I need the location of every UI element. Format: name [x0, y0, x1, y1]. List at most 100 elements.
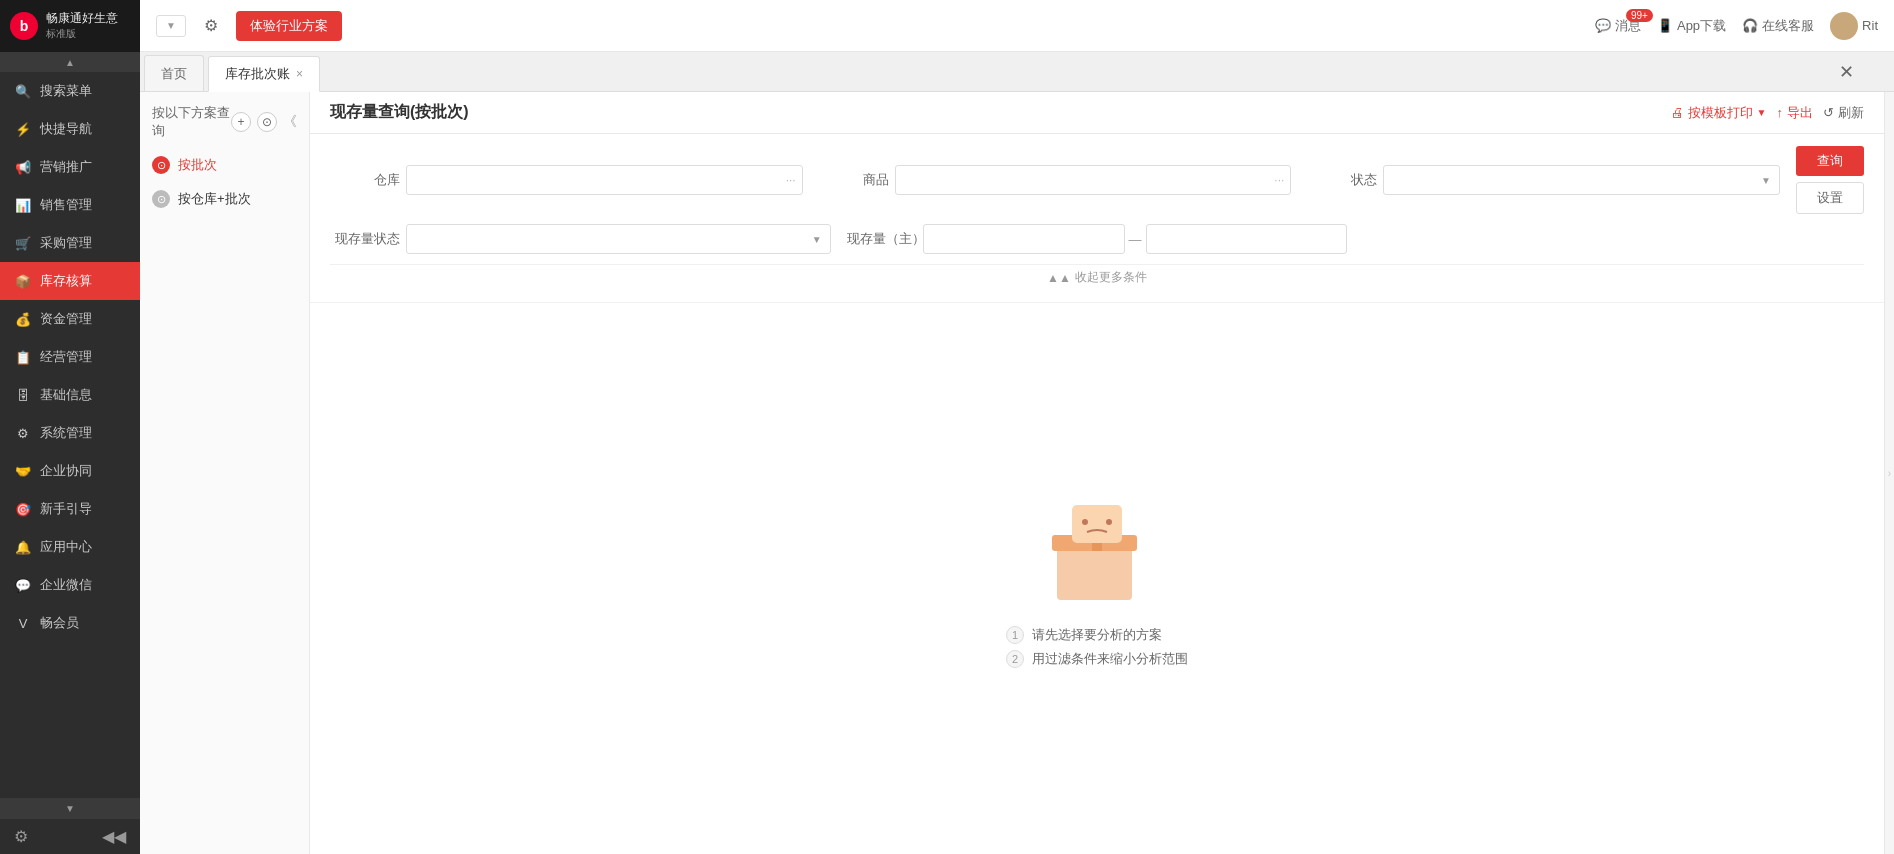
query-button[interactable]: 查询	[1796, 146, 1864, 176]
status-select[interactable]: ▼	[1383, 165, 1780, 195]
export-label: 导出	[1787, 104, 1813, 122]
nav-icon-13: 💬	[14, 576, 32, 594]
breadcrumb-dropdown[interactable]: ▼	[156, 15, 186, 37]
inventory-qty-max[interactable]	[1146, 224, 1348, 254]
inventory-qty-range: —	[923, 224, 1348, 254]
print-label: 按模板打印	[1688, 104, 1753, 122]
message-button[interactable]: 💬 消息 99+	[1595, 17, 1641, 35]
goods-more-icon[interactable]: ···	[1274, 173, 1284, 187]
goods-input[interactable]	[902, 173, 1275, 188]
status-dropdown-icon: ▼	[1761, 175, 1771, 186]
sidebar-item-企业协同[interactable]: 🤝 企业协同	[0, 452, 140, 490]
page-header: 现存量查询(按批次) 🖨 按模板打印 ▼ ↑ 导出 ↺ 刷新	[310, 92, 1884, 134]
filter-actions: + ⊙ 《	[231, 112, 297, 132]
user-avatar-button[interactable]: Rit	[1830, 12, 1878, 40]
collapse-more-label: 收起更多条件	[1075, 269, 1147, 286]
nav-icon-8: 🗄	[14, 386, 32, 404]
app-title: 畅康通好生意	[46, 11, 118, 27]
right-scrollbar[interactable]: ›	[1884, 92, 1894, 854]
inventory-qty-min[interactable]	[923, 224, 1125, 254]
sidebar-item-经营管理[interactable]: 📋 经营管理	[0, 338, 140, 376]
breadcrumb: ▼	[156, 15, 186, 37]
empty-tip-2: 2 用过滤条件来缩小分析范围	[1006, 650, 1188, 668]
export-icon: ↑	[1777, 105, 1784, 120]
empty-tips: 1 请先选择要分析的方案 2 用过滤条件来缩小分析范围	[1006, 626, 1188, 668]
topbar-right: 💬 消息 99+ 📱 App下载 🎧 在线客服 Rit	[1595, 12, 1878, 40]
collapse-sidebar-icon[interactable]: ◀◀	[102, 827, 126, 846]
filter-settings-button[interactable]: ⊙	[257, 112, 277, 132]
sidebar-item-营销推广[interactable]: 📢 营销推广	[0, 148, 140, 186]
filter-item-by-warehouse-batch[interactable]: ⊙ 按仓库+批次	[140, 182, 309, 216]
empty-illustration	[1037, 490, 1157, 610]
nav-icon-10: 🤝	[14, 462, 32, 480]
sidebar-item-企业微信[interactable]: 💬 企业微信	[0, 566, 140, 604]
tip-text-2: 用过滤条件来缩小分析范围	[1032, 650, 1188, 668]
refresh-button[interactable]: ↺ 刷新	[1823, 104, 1864, 122]
topbar: ▼ ⚙ 体验行业方案 💬 消息 99+ 📱 App下载 🎧 在线客服 Rit	[140, 0, 1894, 52]
inventory-qty-field: 现存量（主） —	[847, 224, 1348, 254]
sidebar-item-搜索菜单[interactable]: 🔍 搜索菜单	[0, 72, 140, 110]
print-button[interactable]: 🖨 按模板打印 ▼	[1671, 104, 1767, 122]
range-dash: —	[1129, 232, 1142, 247]
message-icon: 💬	[1595, 18, 1611, 33]
nav-icon-12: 🔔	[14, 538, 32, 556]
scrollbar-chevron: ›	[1888, 468, 1891, 479]
warehouse-input[interactable]	[413, 173, 786, 188]
sidebar-item-系统管理[interactable]: ⚙ 系统管理	[0, 414, 140, 452]
tab-inventory-batch[interactable]: 库存批次账 ×	[208, 56, 320, 92]
search-form: 仓库 ··· 商品 ···	[310, 134, 1884, 303]
app-download-button[interactable]: 📱 App下载	[1657, 17, 1726, 35]
inventory-status-field: 现存量状态 ▼	[330, 224, 831, 254]
export-button[interactable]: ↑ 导出	[1777, 104, 1814, 122]
nav-label-13: 企业微信	[40, 576, 92, 594]
nav-label-2: 营销推广	[40, 158, 92, 176]
sidebar-item-应用中心[interactable]: 🔔 应用中心	[0, 528, 140, 566]
sidebar-item-新手引导[interactable]: 🎯 新手引导	[0, 490, 140, 528]
page-title: 现存量查询(按批次)	[330, 102, 469, 123]
sidebar-item-畅会员[interactable]: V 畅会员	[0, 604, 140, 642]
settings-icon[interactable]: ⚙	[14, 827, 28, 846]
collapse-filter-panel-button[interactable]: 《	[283, 113, 297, 131]
sidebar-item-基础信息[interactable]: 🗄 基础信息	[0, 376, 140, 414]
warehouse-more-icon[interactable]: ···	[786, 173, 796, 187]
tab-close-icon[interactable]: ×	[296, 67, 303, 81]
avatar	[1830, 12, 1858, 40]
sidebar-item-采购管理[interactable]: 🛒 采购管理	[0, 224, 140, 262]
tab-home[interactable]: 首页	[144, 55, 204, 91]
filter-item-icon-gray: ⊙	[152, 190, 170, 208]
nav-label-10: 企业协同	[40, 462, 92, 480]
nav-label-14: 畅会员	[40, 614, 79, 632]
tip-text-1: 请先选择要分析的方案	[1032, 626, 1162, 644]
nav-icon-7: 📋	[14, 348, 32, 366]
refresh-label: 刷新	[1838, 104, 1864, 122]
empty-svg-icon	[1037, 490, 1157, 610]
add-filter-button[interactable]: +	[231, 112, 251, 132]
settings-gear-icon[interactable]: ⚙	[198, 13, 224, 39]
goods-field: 商品 ···	[819, 165, 1292, 195]
goods-input-wrapper: ···	[895, 165, 1292, 195]
settings-button[interactable]: 设置	[1796, 182, 1864, 214]
sidebar-item-库存核算[interactable]: 📦 库存核算	[0, 262, 140, 300]
sidebar-scroll-down[interactable]: ▼	[0, 798, 140, 818]
inventory-status-select[interactable]: ▼	[406, 224, 831, 254]
sidebar-item-资金管理[interactable]: 💰 资金管理	[0, 300, 140, 338]
main-area: ▼ ⚙ 体验行业方案 💬 消息 99+ 📱 App下载 🎧 在线客服 Rit	[140, 0, 1894, 854]
nav-label-3: 销售管理	[40, 196, 92, 214]
inventory-qty-label: 现存量（主）	[847, 230, 917, 248]
refresh-icon: ↺	[1823, 105, 1834, 120]
inventory-status-dropdown-icon: ▼	[812, 234, 822, 245]
nav-label-8: 基础信息	[40, 386, 92, 404]
close-all-tabs-button[interactable]: ✕	[1839, 61, 1854, 83]
filter-item-by-batch[interactable]: ⊙ 按批次	[140, 148, 309, 182]
collapse-more-button[interactable]: ▲▲ 收起更多条件	[330, 264, 1864, 290]
sidebar-item-快捷导航[interactable]: ⚡ 快捷导航	[0, 110, 140, 148]
nav-label-1: 快捷导航	[40, 120, 92, 138]
online-service-button[interactable]: 🎧 在线客服	[1742, 17, 1814, 35]
message-badge: 99+	[1626, 9, 1653, 22]
sidebar-item-销售管理[interactable]: 📊 销售管理	[0, 186, 140, 224]
svg-point-5	[1106, 519, 1112, 525]
nav-label-7: 经营管理	[40, 348, 92, 366]
industry-solution-button[interactable]: 体验行业方案	[236, 11, 342, 41]
nav-icon-9: ⚙	[14, 424, 32, 442]
sidebar-scroll-up[interactable]: ▲	[0, 52, 140, 72]
